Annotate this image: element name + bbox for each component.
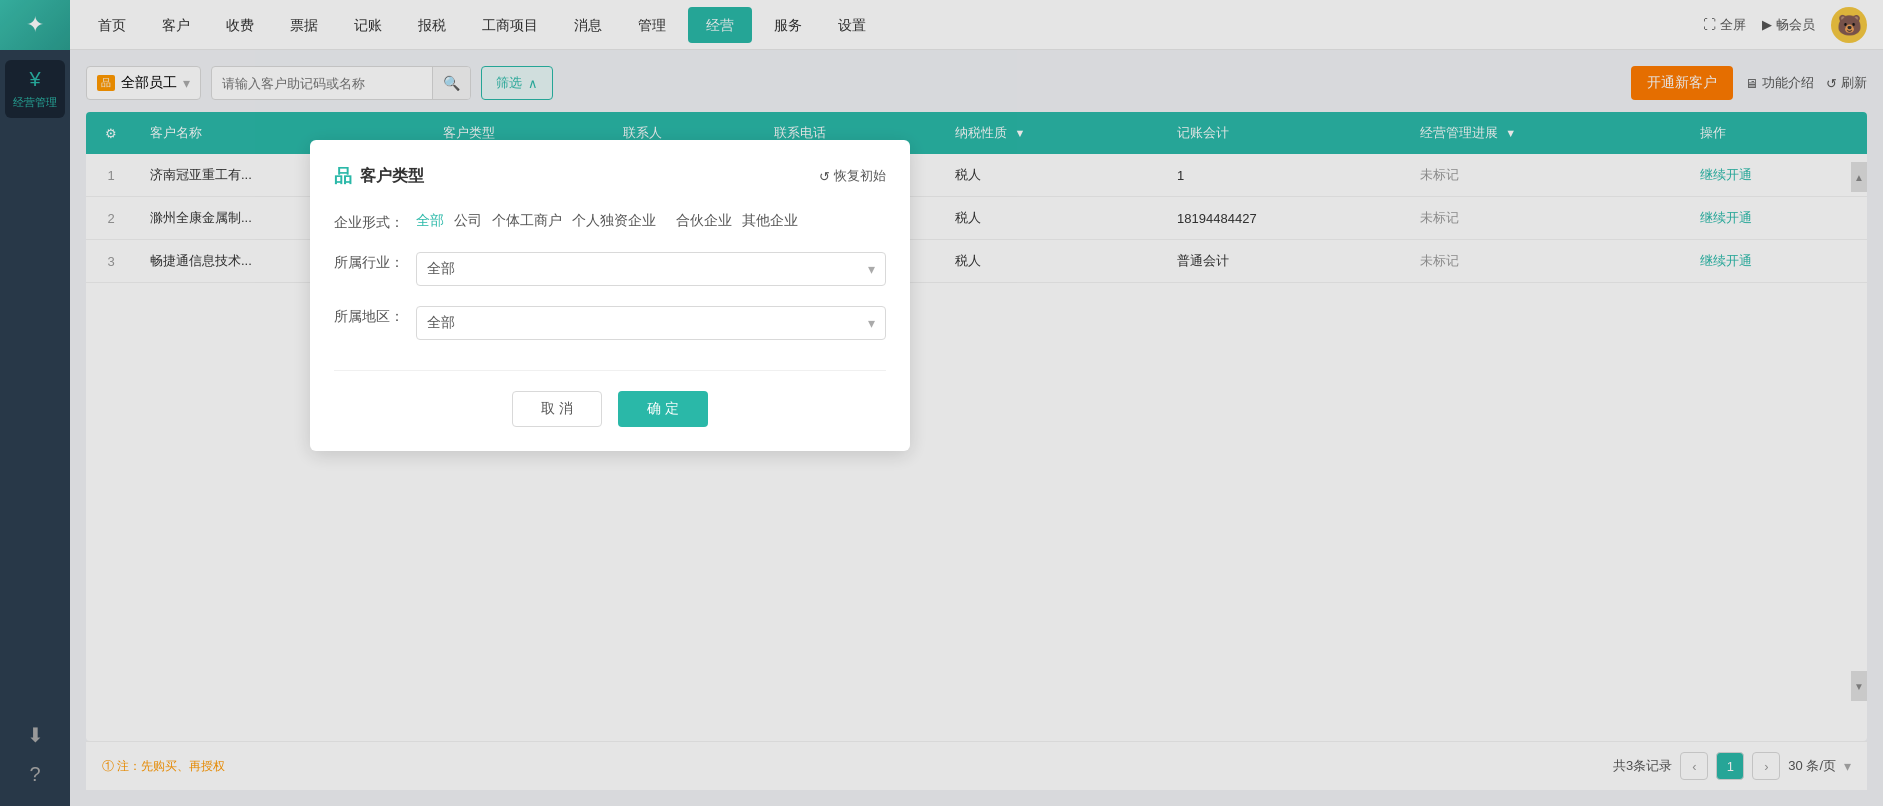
filter-modal: 品 客户类型 ↺ 恢复初始 企业形式： 全部 公司 个体工商户 个人独资企业 合… — [310, 140, 910, 451]
industry-value: 全部 — [427, 260, 455, 278]
enterprise-option-company[interactable]: 公司 — [454, 212, 482, 230]
modal-title: 品 客户类型 — [334, 164, 424, 188]
enterprise-form-row: 企业形式： 全部 公司 个体工商户 个人独资企业 合伙企业 其他企业 — [334, 212, 886, 232]
enterprise-option-sole[interactable]: 个人独资企业 — [572, 212, 656, 230]
confirm-button[interactable]: 确 定 — [618, 391, 708, 427]
region-label: 所属地区： — [334, 306, 404, 326]
reset-button[interactable]: ↺ 恢复初始 — [819, 167, 886, 185]
modal-overlay: 品 客户类型 ↺ 恢复初始 企业形式： 全部 公司 个体工商户 个人独资企业 合… — [0, 0, 1883, 806]
region-value: 全部 — [427, 314, 455, 332]
enterprise-option-individual[interactable]: 个体工商户 — [492, 212, 562, 230]
modal-title-icon: 品 — [334, 164, 352, 188]
reset-icon: ↺ — [819, 169, 830, 184]
enterprise-form-options: 全部 公司 个体工商户 个人独资企业 合伙企业 其他企业 — [416, 212, 886, 230]
enterprise-option-all[interactable]: 全部 — [416, 212, 444, 230]
modal-title-text: 客户类型 — [360, 166, 424, 187]
modal-footer: 取 消 确 定 — [334, 370, 886, 427]
region-chevron-icon: ▾ — [868, 315, 875, 331]
industry-row: 所属行业： 全部 ▾ — [334, 252, 886, 286]
reset-label: 恢复初始 — [834, 167, 886, 185]
cancel-button[interactable]: 取 消 — [512, 391, 602, 427]
industry-label: 所属行业： — [334, 252, 404, 272]
industry-chevron-icon: ▾ — [868, 261, 875, 277]
modal-header: 品 客户类型 ↺ 恢复初始 — [334, 164, 886, 188]
industry-select[interactable]: 全部 ▾ — [416, 252, 886, 286]
enterprise-option-partnership[interactable]: 合伙企业 — [676, 212, 732, 230]
region-row: 所属地区： 全部 ▾ — [334, 306, 886, 340]
industry-select-wrap: 全部 ▾ — [416, 252, 886, 286]
enterprise-form-label: 企业形式： — [334, 212, 404, 232]
region-select[interactable]: 全部 ▾ — [416, 306, 886, 340]
region-select-wrap: 全部 ▾ — [416, 306, 886, 340]
enterprise-option-other[interactable]: 其他企业 — [742, 212, 798, 230]
